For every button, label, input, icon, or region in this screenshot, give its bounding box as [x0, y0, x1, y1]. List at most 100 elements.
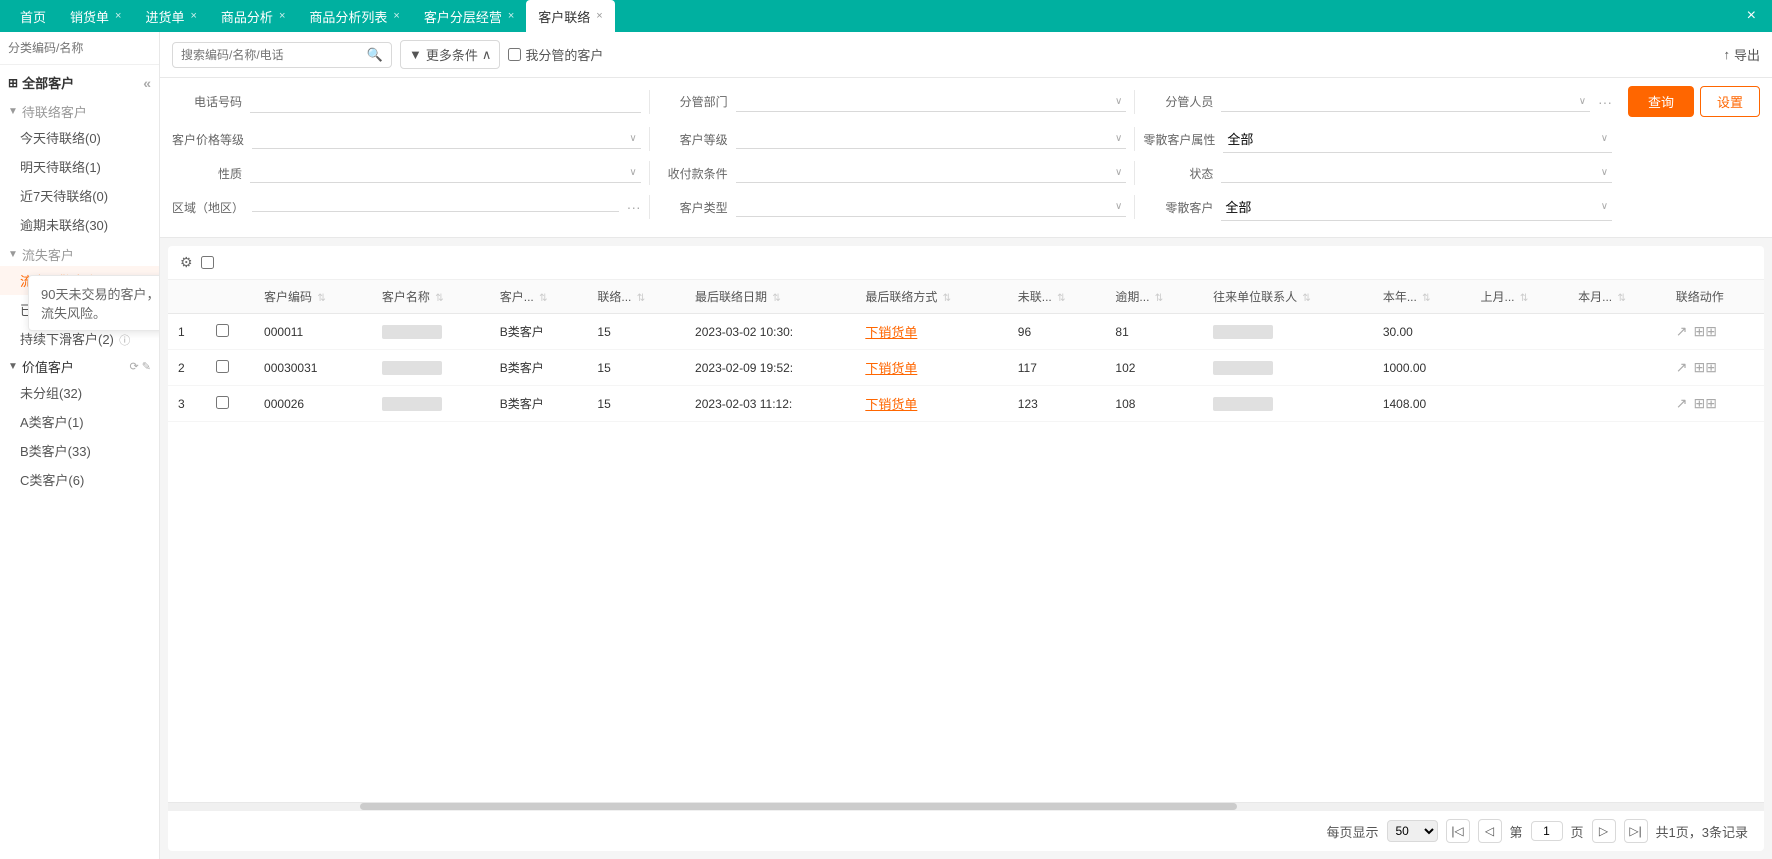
close-purchase-tab[interactable]: ×	[190, 10, 196, 22]
nav-home[interactable]: 首页	[8, 0, 58, 32]
sidebar-group-lost[interactable]: ▼ 流失客户	[0, 239, 159, 266]
cell-check-2[interactable]	[206, 350, 254, 386]
retail-customer-select[interactable]: 全部 ∨	[1221, 193, 1612, 221]
page-number-input[interactable]	[1531, 821, 1563, 841]
contact-type-link-2[interactable]: 下销货单	[865, 361, 917, 376]
sidebar-group-value[interactable]: ▼ 价值客户 ⟳ ✎	[0, 353, 159, 378]
sidebar-item-ungrouped[interactable]: 未分组(32)	[0, 378, 159, 407]
more-icon-1[interactable]: ⊞⊞	[1694, 323, 1717, 340]
more-icon-2[interactable]: ⊞⊞	[1694, 359, 1717, 376]
sidebar-item-class-a[interactable]: A类客户(1)	[0, 407, 159, 436]
nav-purchase[interactable]: 进货单 ×	[133, 0, 208, 32]
sidebar-search-input[interactable]	[8, 41, 160, 55]
row-2-checkbox[interactable]	[216, 360, 229, 373]
sidebar-item-class-c[interactable]: C类客户(6)	[0, 465, 159, 494]
col-this-year[interactable]: 本年... ⇅	[1373, 280, 1471, 314]
sidebar-group-pending[interactable]: ▼ 待联络客户	[0, 96, 159, 123]
select-all-checkbox[interactable]	[201, 256, 214, 269]
customer-level-select[interactable]: ∨	[736, 129, 1127, 149]
col-contact-person[interactable]: 往来单位联系人 ⇅	[1203, 280, 1373, 314]
link-icon-1[interactable]: ↗	[1676, 323, 1688, 340]
settings-button[interactable]: 设置	[1700, 86, 1760, 117]
sidebar-item-7days-pending[interactable]: 近7天待联络(0)	[0, 181, 159, 210]
col-last-contact-type[interactable]: 最后联络方式 ⇅	[855, 280, 1007, 314]
query-button[interactable]: 查询	[1628, 86, 1694, 117]
row-1-checkbox[interactable]	[216, 324, 229, 337]
col-code[interactable]: 客户编码 ⇅	[254, 280, 372, 314]
first-page-button[interactable]: |◁	[1446, 819, 1470, 843]
filter-customer-level: 客户等级 ∨	[658, 129, 1127, 149]
nature-select[interactable]: ∨	[250, 163, 641, 183]
retail-attr-label: 零散客户属性	[1143, 131, 1215, 148]
more-conditions-button[interactable]: ▼ 更多条件 ∧	[400, 40, 500, 69]
cell-name-2	[372, 350, 490, 386]
horizontal-scrollbar[interactable]	[168, 802, 1764, 810]
status-select[interactable]: ∨	[1221, 163, 1612, 183]
per-page-select[interactable]: 50 100 200	[1387, 820, 1438, 842]
col-contacts[interactable]: 联络... ⇅	[587, 280, 685, 314]
sidebar-collapse-icon[interactable]: «	[143, 75, 151, 91]
close-product-list-tab[interactable]: ×	[393, 10, 399, 22]
customer-type-select[interactable]: ∨	[736, 197, 1127, 217]
price-level-select[interactable]: ∨	[252, 129, 641, 149]
person-select[interactable]: ∨	[1221, 92, 1590, 112]
cell-overdue-3: 108	[1105, 386, 1203, 422]
cell-check-3[interactable]	[206, 386, 254, 422]
table-settings-icon[interactable]: ⚙	[180, 254, 193, 271]
close-all-tabs[interactable]: ×	[1747, 7, 1756, 25]
close-customer-seg-tab[interactable]: ×	[508, 10, 514, 22]
content-area: 🔍 ▼ 更多条件 ∧ 我分管的客户 ↑ 导出 电话号码	[160, 32, 1772, 859]
col-type[interactable]: 客户... ⇅	[490, 280, 588, 314]
nav-product-analysis[interactable]: 商品分析 ×	[209, 0, 297, 32]
close-customer-contact-tab[interactable]: ×	[596, 10, 602, 22]
pagination: 每页显示 50 100 200 |◁ ◁ 第 页 ▷ ▷| 共1页，3条记录	[168, 810, 1764, 851]
my-customers-checkbox-label[interactable]: 我分管的客户	[508, 45, 603, 64]
payment-select[interactable]: ∨	[736, 163, 1127, 183]
dept-select[interactable]: ∨	[736, 92, 1127, 112]
row-3-checkbox[interactable]	[216, 396, 229, 409]
contact-type-link-1[interactable]: 下销货单	[865, 325, 917, 340]
value-group-edit-icons[interactable]: ⟳ ✎	[130, 360, 152, 373]
link-icon-3[interactable]: ↗	[1676, 395, 1688, 412]
col-overdue[interactable]: 逾期... ⇅	[1105, 280, 1203, 314]
region-select[interactable]	[252, 203, 619, 212]
export-button[interactable]: ↑ 导出	[1723, 45, 1760, 64]
col-this-month[interactable]: 本月... ⇅	[1568, 280, 1666, 314]
cell-person-3	[1203, 386, 1373, 422]
nav-product-analysis-list[interactable]: 商品分析列表 ×	[297, 0, 411, 32]
phone-input[interactable]	[250, 90, 641, 113]
col-no-contact[interactable]: 未联... ⇅	[1008, 280, 1106, 314]
table-scroll-area[interactable]: 客户编码 ⇅ 客户名称 ⇅ 客户... ⇅ 联络... ⇅ 最后联络日期 ⇅ 最…	[168, 280, 1764, 802]
col-name[interactable]: 客户名称 ⇅	[372, 280, 490, 314]
cell-contact-type-3[interactable]: 下销货单	[855, 386, 1007, 422]
contact-type-link-3[interactable]: 下销货单	[865, 397, 917, 412]
blurred-name-1	[382, 325, 442, 339]
search-button[interactable]: 🔍	[367, 47, 383, 63]
retail-attr-select[interactable]: 全部 ∨	[1223, 125, 1612, 153]
cell-contact-type-2[interactable]: 下销货单	[855, 350, 1007, 386]
nav-customer-contact[interactable]: 客户联络 ×	[526, 0, 614, 32]
sidebar-item-tomorrow-pending[interactable]: 明天待联络(1)	[0, 152, 159, 181]
region-more-icon[interactable]: ···	[627, 199, 641, 215]
my-customers-checkbox[interactable]	[508, 48, 521, 61]
nav-sales[interactable]: 销货单 ×	[58, 0, 133, 32]
col-last-month[interactable]: 上月... ⇅	[1470, 280, 1568, 314]
last-page-button[interactable]: ▷|	[1624, 819, 1648, 843]
cell-nocontact-1: 96	[1008, 314, 1106, 350]
cell-check-1[interactable]	[206, 314, 254, 350]
link-icon-2[interactable]: ↗	[1676, 359, 1688, 376]
search-input[interactable]	[181, 48, 367, 62]
col-last-contact-date[interactable]: 最后联络日期 ⇅	[685, 280, 855, 314]
sidebar-item-class-b[interactable]: B类客户(33)	[0, 436, 159, 465]
sidebar-item-overdue-contact[interactable]: 逾期未联络(30)	[0, 210, 159, 239]
close-product-analysis-tab[interactable]: ×	[279, 10, 285, 22]
sidebar-item-today-pending[interactable]: 今天待联络(0)	[0, 123, 159, 152]
next-page-button[interactable]: ▷	[1592, 819, 1616, 843]
cell-contact-type-1[interactable]: 下销货单	[855, 314, 1007, 350]
more-icon-3[interactable]: ⊞⊞	[1694, 395, 1717, 412]
nav-customer-segmentation[interactable]: 客户分层经营 ×	[412, 0, 526, 32]
prev-page-button[interactable]: ◁	[1478, 819, 1502, 843]
customer-type-label: 客户类型	[658, 199, 728, 216]
person-more-icon[interactable]: ···	[1598, 94, 1612, 110]
close-sales-tab[interactable]: ×	[115, 10, 121, 22]
